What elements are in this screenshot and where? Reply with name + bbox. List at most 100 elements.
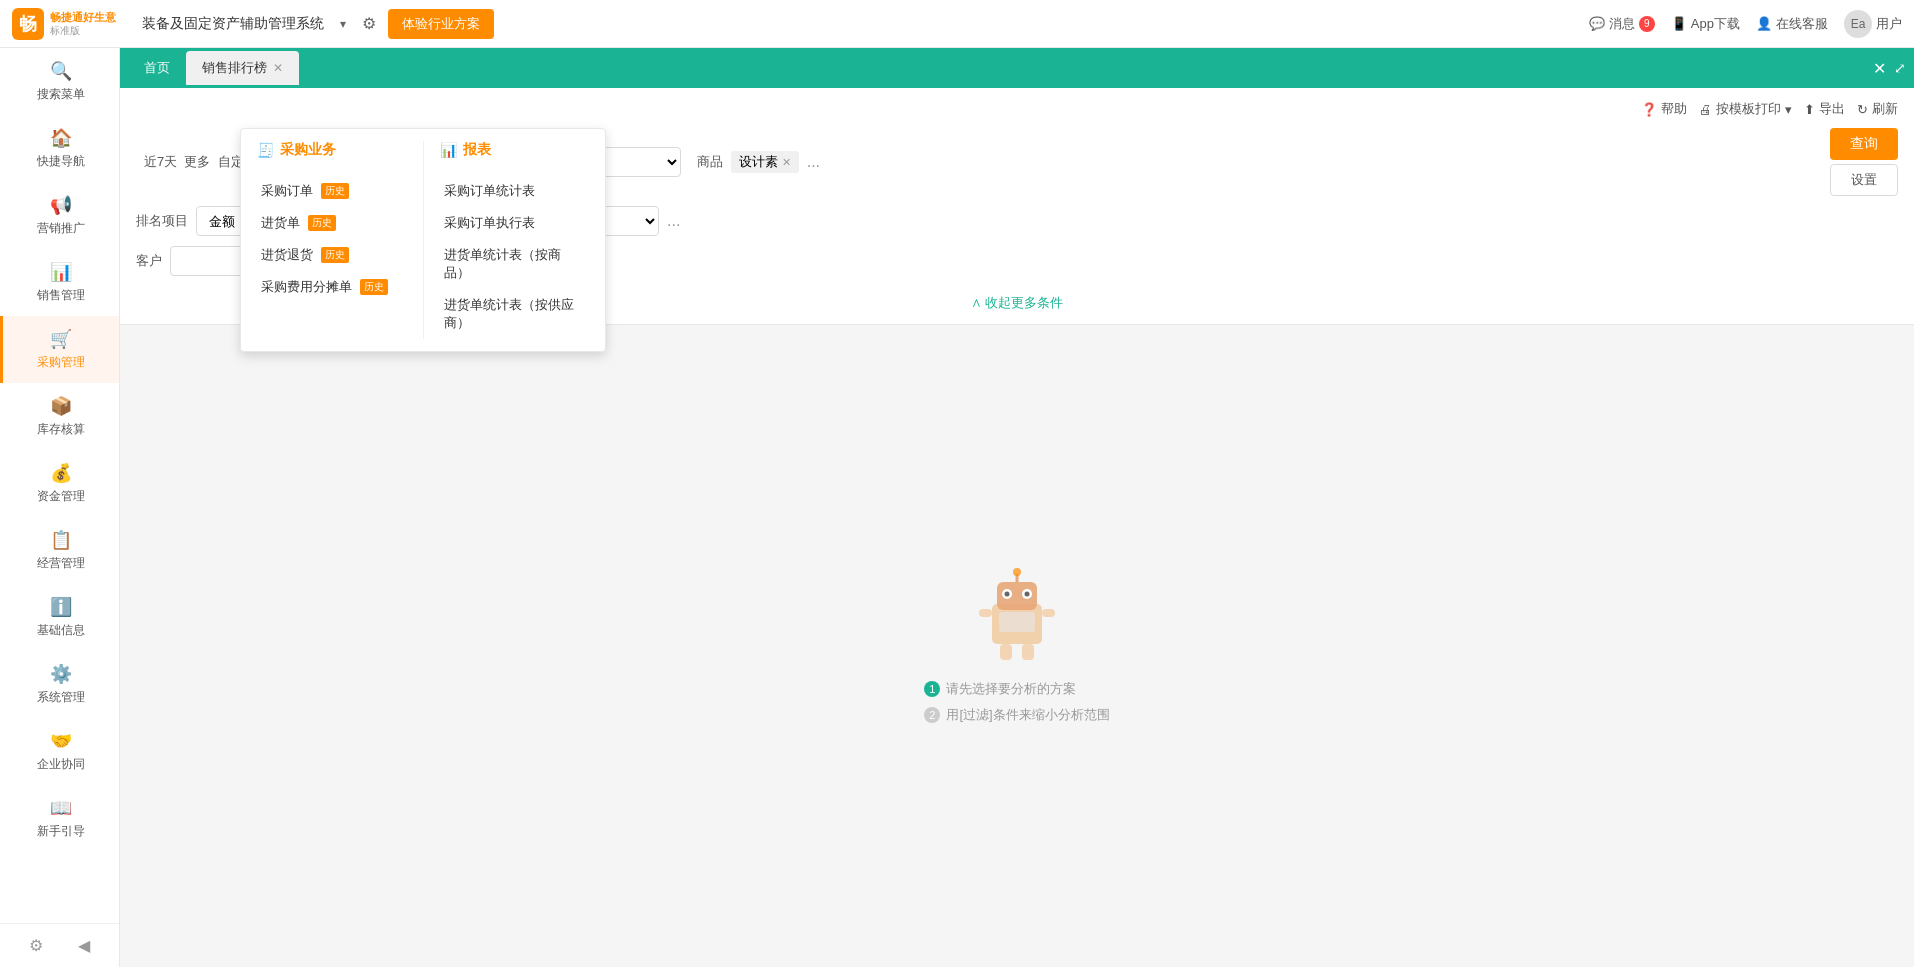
refresh-icon: ↻ <box>1857 102 1868 117</box>
sidebar-item-purchase[interactable]: 🛒 采购管理 <box>0 316 119 383</box>
export-btn[interactable]: ⬆ 导出 <box>1804 100 1845 118</box>
marketing-icon: 📢 <box>50 194 72 216</box>
sidebar-label-operation: 经营管理 <box>37 555 85 572</box>
sidebar-item-sales[interactable]: 📊 销售管理 <box>0 249 119 316</box>
system-name: 装备及固定资产辅助管理系统 <box>142 15 324 33</box>
tab-home-label: 首页 <box>144 59 170 77</box>
menu-item-purchase-order[interactable]: 采购订单 历史 <box>257 175 407 207</box>
tip1: 请先选择要分析的方案 <box>946 676 1076 702</box>
print-label: 按模板打印 <box>1716 100 1781 118</box>
query-btn[interactable]: 查询 <box>1830 128 1898 160</box>
sidebar-item-operation[interactable]: 📋 经营管理 <box>0 517 119 584</box>
app-download-btn[interactable]: 📱 App下载 <box>1671 15 1740 33</box>
purchase-order-label: 采购订单 <box>261 182 313 200</box>
svg-rect-10 <box>999 612 1035 632</box>
system-icon: ⚙️ <box>50 663 72 685</box>
collapse-btn[interactable]: ∧ 收起更多条件 <box>971 294 1064 312</box>
guide-icon: 📖 <box>50 797 72 819</box>
filter-action-btns: 查询 设置 <box>1830 128 1898 196</box>
tab-home[interactable]: 首页 <box>128 51 186 85</box>
report-section-title: 📊 报表 <box>440 141 590 165</box>
sidebar-item-marketing[interactable]: 📢 营销推广 <box>0 182 119 249</box>
tab-sales-rank-label: 销售排行榜 <box>202 59 267 77</box>
tab-bar-close-btn[interactable]: ✕ <box>1873 59 1886 78</box>
sidebar-label-cooperation: 企业协同 <box>37 756 85 773</box>
sidebar-item-search[interactable]: 🔍 搜索菜单 <box>0 48 119 115</box>
logo-area: 畅 畅捷通好生意 标准版 <box>12 8 132 40</box>
sidebar-label-basic: 基础信息 <box>37 622 85 639</box>
sidebar-item-finance[interactable]: 💰 资金管理 <box>0 450 119 517</box>
purchase-section-icon: 🧾 <box>257 142 274 158</box>
cooperation-icon: 🤝 <box>50 730 72 752</box>
header-settings-btn[interactable]: ⚙ <box>358 10 380 37</box>
goods-label: 商品 <box>697 153 723 171</box>
tab-bar-expand-btn[interactable]: ⤢ <box>1894 60 1906 76</box>
step-num-2: 2 <box>924 707 940 723</box>
settings-btn[interactable]: 设置 <box>1830 164 1898 196</box>
tab-bar-right: ✕ ⤢ <box>1873 59 1906 78</box>
message-badge: 9 <box>1639 16 1655 32</box>
menu-item-order-exec[interactable]: 采购订单执行表 <box>440 207 590 239</box>
print-btn[interactable]: 🖨 按模板打印 ▾ <box>1699 100 1792 118</box>
sidebar-collapse-btn[interactable]: ◀ <box>78 936 90 955</box>
print-icon: 🖨 <box>1699 102 1712 117</box>
menu-item-expense[interactable]: 采购费用分摊单 历史 <box>257 271 407 303</box>
sidebar-label-search: 搜索菜单 <box>37 86 85 103</box>
home-icon: 🏠 <box>50 127 72 149</box>
tab-close-btn[interactable]: ✕ <box>273 61 283 75</box>
tab-sales-rank[interactable]: 销售排行榜 ✕ <box>186 51 299 85</box>
sales-icon: 📊 <box>50 261 72 283</box>
menu-item-inbound[interactable]: 进货单 历史 <box>257 207 407 239</box>
sidebar-item-guide[interactable]: 📖 新手引导 <box>0 785 119 852</box>
sidebar-item-system[interactable]: ⚙️ 系统管理 <box>0 651 119 718</box>
collapse-label: 收起更多条件 <box>985 295 1063 310</box>
user-label: 用户 <box>1876 15 1902 33</box>
svg-rect-11 <box>1000 644 1012 660</box>
report-section-icon: 📊 <box>440 142 457 158</box>
app-logo-icon: 畅 <box>12 8 44 40</box>
empty-state: 1 请先选择要分析的方案 2 用[过滤]条件来缩小分析范围 <box>924 564 1109 728</box>
phone-icon: 📱 <box>1671 16 1687 31</box>
collapse-icon: ∧ <box>971 295 982 310</box>
step-1: 1 请先选择要分析的方案 <box>924 676 1109 702</box>
help-btn[interactable]: ❓ 帮助 <box>1641 100 1687 118</box>
user-btn[interactable]: Ea 用户 <box>1844 10 1902 38</box>
purchase-order-badge: 历史 <box>321 183 349 199</box>
menu-item-order-stats[interactable]: 采购订单统计表 <box>440 175 590 207</box>
refresh-btn[interactable]: ↻ 刷新 <box>1857 100 1898 118</box>
sidebar: 🔍 搜索菜单 🏠 快捷导航 📢 营销推广 📊 销售管理 🛒 采购管理 📦 库存核… <box>0 48 120 967</box>
help-icon: ❓ <box>1641 102 1657 117</box>
export-icon: ⬆ <box>1804 102 1815 117</box>
sidebar-item-basic[interactable]: ℹ️ 基础信息 <box>0 584 119 651</box>
menu-item-inbound-by-goods[interactable]: 进货单统计表（按商品） <box>440 239 590 289</box>
online-service-btn[interactable]: 👤 在线客服 <box>1756 15 1828 33</box>
svg-point-4 <box>1004 592 1009 597</box>
menu-item-inbound-by-supplier[interactable]: 进货单统计表（按供应商） <box>440 289 590 339</box>
basic-icon: ℹ️ <box>50 596 72 618</box>
print-dropdown-icon: ▾ <box>1785 102 1792 117</box>
goods-field: 商品 设计素 ✕ ... <box>697 151 820 173</box>
industry-btn[interactable]: 体验行业方案 <box>388 9 494 39</box>
header-nav: 装备及固定资产辅助管理系统 ▾ ⚙ 体验行业方案 <box>142 9 1579 39</box>
sidebar-label-sales: 销售管理 <box>37 287 85 304</box>
sidebar-item-cooperation[interactable]: 🤝 企业协同 <box>0 718 119 785</box>
goods-tag-close[interactable]: ✕ <box>782 156 791 169</box>
system-dropdown-btn[interactable]: ▾ <box>336 15 350 33</box>
sidebar-item-nav[interactable]: 🏠 快捷导航 <box>0 115 119 182</box>
goods-tag: 设计素 ✕ <box>731 151 799 173</box>
logo-line2: 标准版 <box>50 24 116 37</box>
sidebar-label-guide: 新手引导 <box>37 823 85 840</box>
menu-item-return[interactable]: 进货退货 历史 <box>257 239 407 271</box>
staff-dots[interactable]: ... <box>667 212 680 230</box>
message-btn[interactable]: 💬 消息 9 <box>1589 15 1655 33</box>
empty-illustration <box>967 564 1067 664</box>
goods-dots[interactable]: ... <box>807 153 820 171</box>
sidebar-item-inventory[interactable]: 📦 库存核算 <box>0 383 119 450</box>
export-label: 导出 <box>1819 100 1845 118</box>
sidebar-label-nav: 快捷导航 <box>37 153 85 170</box>
sidebar-label-purchase: 采购管理 <box>37 354 85 371</box>
sidebar-settings-btn[interactable]: ⚙ <box>29 936 43 955</box>
search-icon: 🔍 <box>50 60 72 82</box>
tip2: 用[过滤]条件来缩小分析范围 <box>946 702 1109 728</box>
purchase-dropdown-menu: 🧾 采购业务 采购订单 历史 进货单 历史 进货退货 历史 采购费用分摊单 <box>240 128 606 352</box>
